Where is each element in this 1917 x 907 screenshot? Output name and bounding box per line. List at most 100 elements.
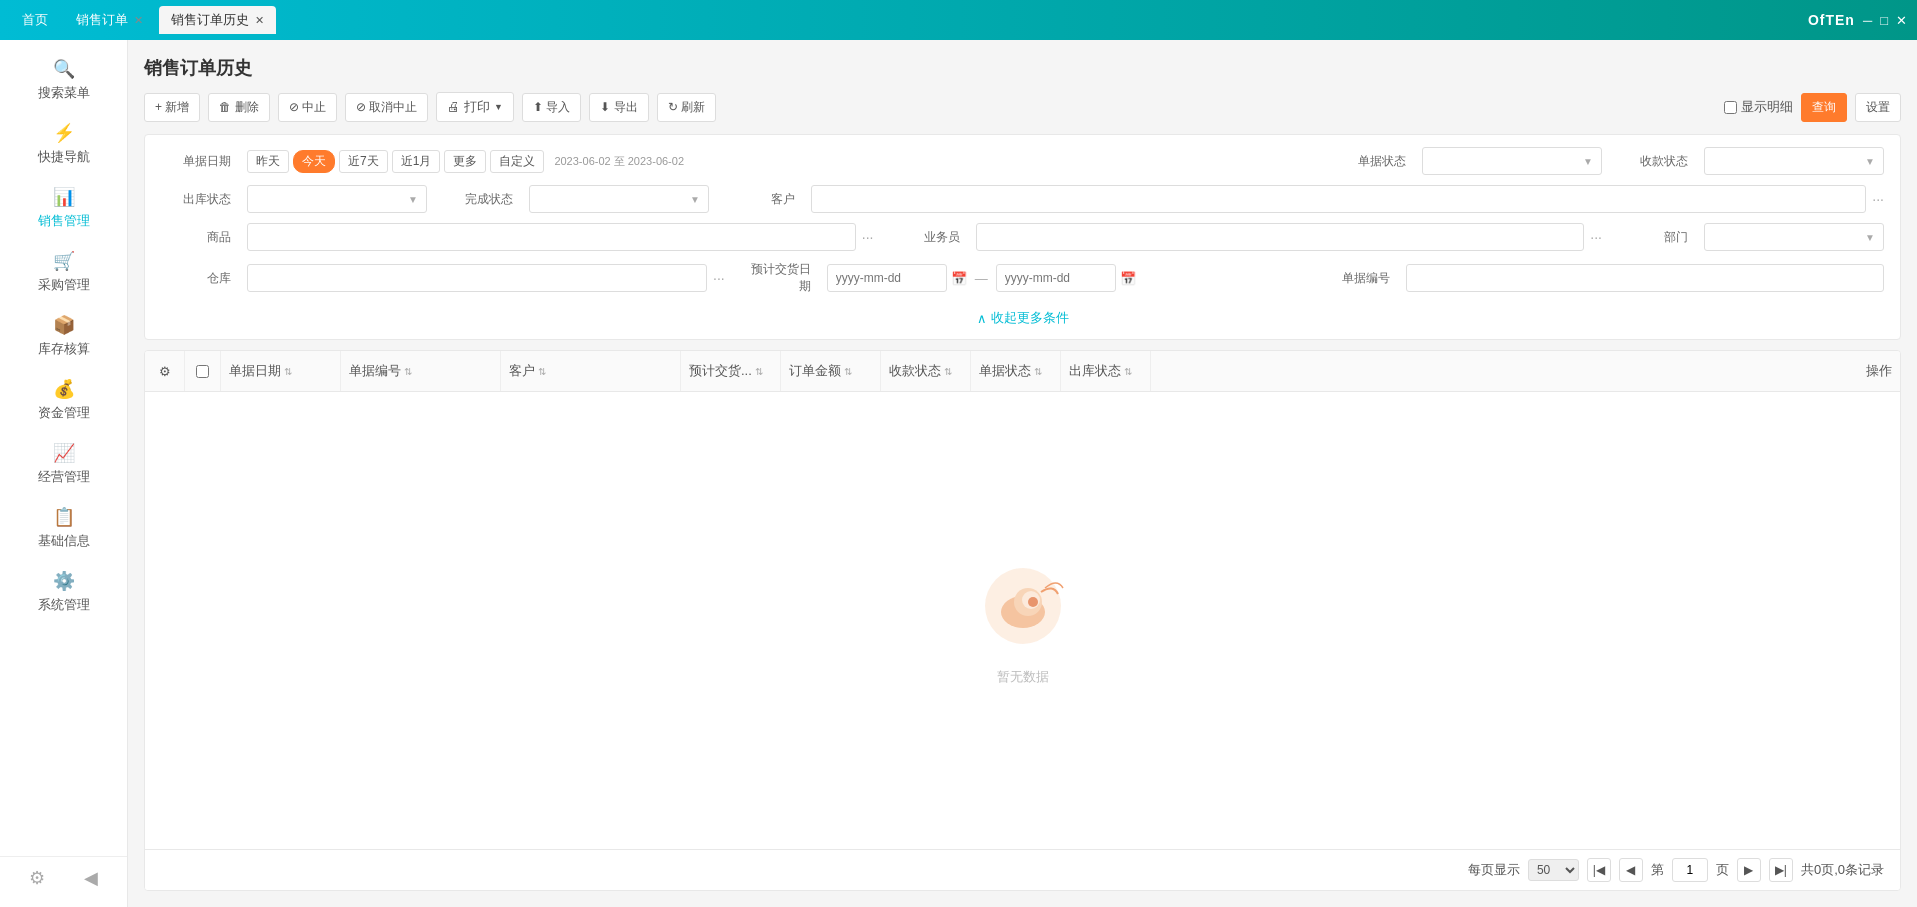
print-button[interactable]: 🖨 打印 ▼	[436, 92, 514, 122]
out-status-select[interactable]: ▼	[247, 185, 427, 213]
sidebar-settings-icon[interactable]: ⚙	[29, 867, 45, 889]
tab-sales-order[interactable]: 销售订单 ✕	[64, 6, 155, 34]
stop-button[interactable]: ⊘ 中止	[278, 93, 337, 122]
export-button[interactable]: ⬇ 导出	[589, 93, 648, 122]
warehouse-dots[interactable]: ···	[713, 270, 725, 286]
filter-panel: 单据日期 昨天 今天 近7天 近1月 更多 自定义 2023-06-02 至 2…	[144, 134, 1901, 340]
sales-person-dots[interactable]: ···	[1590, 229, 1602, 245]
date-btn-today[interactable]: 今天	[293, 150, 335, 173]
display-detail-checkbox[interactable]: 显示明细	[1724, 98, 1793, 116]
sales-person-input[interactable]	[976, 223, 1585, 251]
date-btn-last1month[interactable]: 近1月	[392, 150, 441, 173]
th-recv-status[interactable]: 收款状态 ⇅	[881, 351, 971, 391]
delete-button[interactable]: 🗑 删除	[208, 93, 269, 122]
empty-state: 暂无数据	[145, 392, 1900, 849]
page-prev-btn[interactable]: ◀	[1619, 858, 1643, 882]
purchase-mgmt-icon: 🛒	[53, 250, 75, 272]
sidebar-bottom: ⚙ ◀	[0, 856, 127, 899]
receipt-status-select[interactable]: ▼	[1704, 147, 1884, 175]
th-customer[interactable]: 客户 ⇅	[501, 351, 681, 391]
sidebar-item-finance[interactable]: 💰 资金管理	[0, 368, 127, 432]
import-button[interactable]: ⬆ 导入	[522, 93, 581, 122]
page-last-btn[interactable]: ▶|	[1769, 858, 1793, 882]
main-layout: 🔍 搜索菜单 ⚡ 快捷导航 📊 销售管理 🛒 采购管理 📦 库存核算 💰 资金管…	[0, 40, 1917, 907]
calendar-from-icon[interactable]: 📅	[951, 271, 967, 286]
sort-recv-icon: ⇅	[944, 366, 952, 377]
customer-dots[interactable]: ···	[1872, 191, 1884, 207]
tab-home[interactable]: 首页	[10, 6, 60, 34]
date-dash: —	[975, 271, 988, 286]
sidebar-item-system-mgmt[interactable]: ⚙️ 系统管理	[0, 560, 127, 624]
date-btn-group: 昨天 今天 近7天 近1月 更多 自定义	[247, 150, 544, 173]
th-date[interactable]: 单据日期 ⇅	[221, 351, 341, 391]
close-tab-sales-order[interactable]: ✕	[134, 14, 143, 27]
top-bar-right: OfTEn ─ □ ✕	[1808, 12, 1907, 28]
customer-input[interactable]	[811, 185, 1866, 213]
sidebar-item-purchase-mgmt[interactable]: 🛒 采购管理	[0, 240, 127, 304]
sidebar-item-inventory[interactable]: 📦 库存核算	[0, 304, 127, 368]
window-close-icon[interactable]: ✕	[1896, 13, 1907, 28]
brand-label: OfTEn	[1808, 12, 1855, 28]
th-out-status[interactable]: 出库状态 ⇅	[1061, 351, 1151, 391]
date-btn-yesterday[interactable]: 昨天	[247, 150, 289, 173]
complete-status-select[interactable]: ▼	[529, 185, 709, 213]
product-dots[interactable]: ···	[862, 229, 874, 245]
date-btn-more[interactable]: 更多	[444, 150, 486, 173]
query-button[interactable]: 查询	[1801, 93, 1847, 122]
order-num-input[interactable]	[1406, 264, 1884, 292]
th-order-status[interactable]: 单据状态 ⇅	[971, 351, 1061, 391]
table-container: ⚙ 单据日期 ⇅ 单据编号 ⇅ 客户 ⇅ 预计交货...	[144, 350, 1901, 891]
date-btn-last7days[interactable]: 近7天	[339, 150, 388, 173]
delivery-date-to[interactable]	[996, 264, 1116, 292]
sidebar-item-sales-mgmt[interactable]: 📊 销售管理	[0, 176, 127, 240]
th-delivery[interactable]: 预计交货... ⇅	[681, 351, 781, 391]
delivery-date-label: 预计交货日期	[741, 261, 811, 295]
minimize-icon[interactable]: ─	[1863, 13, 1872, 28]
select-all-checkbox[interactable]	[196, 365, 209, 378]
page-first-btn[interactable]: |◀	[1587, 858, 1611, 882]
sidebar-item-quick-nav[interactable]: ⚡ 快捷导航	[0, 112, 127, 176]
table-settings-icon[interactable]: ⚙	[159, 364, 171, 379]
receipt-status-chevron: ▼	[1865, 156, 1875, 167]
collapse-button[interactable]: ∧ 收起更多条件	[977, 309, 1069, 327]
page-label-end: 页	[1716, 861, 1729, 879]
department-select[interactable]: ▼	[1704, 223, 1884, 251]
product-input[interactable]	[247, 223, 856, 251]
sidebar-item-basic-info[interactable]: 📋 基础信息	[0, 496, 127, 560]
settings-button[interactable]: 设置	[1855, 93, 1901, 122]
page-next-btn[interactable]: ▶	[1737, 858, 1761, 882]
sort-num-icon: ⇅	[404, 366, 412, 377]
add-button[interactable]: + 新增	[144, 93, 200, 122]
order-num-field	[1406, 264, 1884, 292]
delivery-date-from[interactable]	[827, 264, 947, 292]
sidebar-collapse-icon[interactable]: ◀	[84, 867, 98, 889]
cancel-stop-button[interactable]: ⊘ 取消中止	[345, 93, 428, 122]
product-field: ···	[247, 223, 874, 251]
page-size-select[interactable]: 50 10 20 100	[1528, 859, 1579, 881]
sidebar-item-operations[interactable]: 📈 经营管理	[0, 432, 127, 496]
order-status-select[interactable]: ▼	[1422, 147, 1602, 175]
print-dropdown-icon: ▼	[494, 102, 503, 112]
warehouse-input[interactable]	[247, 264, 707, 292]
dept-chevron: ▼	[1865, 232, 1875, 243]
th-settings[interactable]: ⚙	[145, 351, 185, 391]
sort-amount-icon: ⇅	[844, 366, 852, 377]
close-tab-history[interactable]: ✕	[255, 14, 264, 27]
sidebar-item-search-menu[interactable]: 🔍 搜索菜单	[0, 48, 127, 112]
sort-delivery-icon: ⇅	[755, 366, 763, 377]
customer-field: ···	[811, 185, 1884, 213]
date-btn-custom[interactable]: 自定义	[490, 150, 544, 173]
maximize-icon[interactable]: □	[1880, 13, 1888, 28]
pagination-bar: 每页显示 50 10 20 100 |◀ ◀ 第 页 ▶ ▶| 共0页,0条记录	[145, 849, 1900, 890]
display-detail-input[interactable]	[1724, 101, 1737, 114]
th-num[interactable]: 单据编号 ⇅	[341, 351, 501, 391]
th-amount[interactable]: 订单金额 ⇅	[781, 351, 881, 391]
refresh-button[interactable]: ↻ 刷新	[657, 93, 716, 122]
page-size-label: 每页显示	[1468, 861, 1520, 879]
filter-row-2: 出库状态 ▼ 完成状态 ▼ 客户 ···	[161, 185, 1884, 213]
th-checkbox[interactable]	[185, 351, 221, 391]
total-text: 共0页,0条记录	[1801, 861, 1884, 879]
tab-sales-order-history[interactable]: 销售订单历史 ✕	[159, 6, 276, 34]
page-input[interactable]	[1672, 858, 1708, 882]
calendar-to-icon[interactable]: 📅	[1120, 271, 1136, 286]
